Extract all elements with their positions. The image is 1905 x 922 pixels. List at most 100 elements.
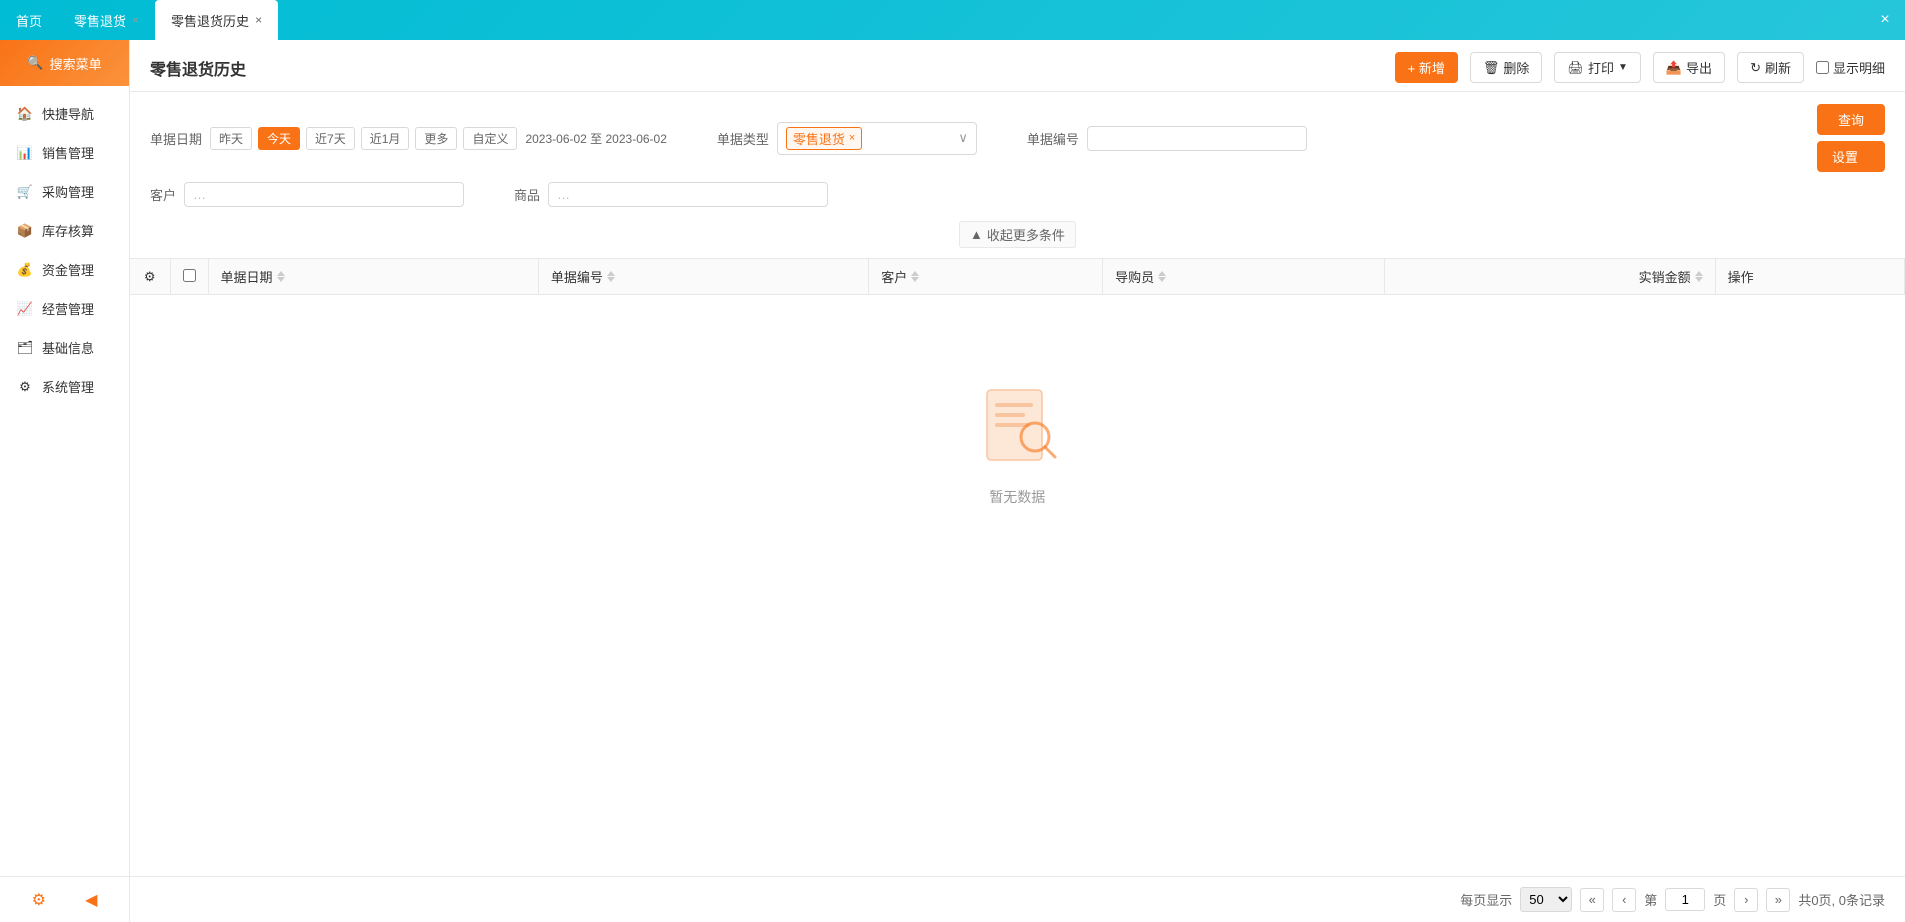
date-btn-1month[interactable]: 近1月: [361, 127, 410, 150]
setting-button[interactable]: 设置: [1817, 141, 1885, 172]
tab-retail-return[interactable]: 零售退货 ×: [58, 0, 155, 40]
top-bar: 首页 零售退货 × 零售退货历史 × ×: [0, 0, 1905, 40]
amount-sort-icon: [1695, 271, 1703, 282]
refresh-button[interactable]: ↻ 刷新: [1737, 52, 1804, 83]
next-page-button[interactable]: ›: [1734, 888, 1758, 912]
sidebar-bottom: ⚙ ◀: [0, 876, 129, 922]
first-page-icon: «: [1589, 892, 1596, 907]
system-icon: ⚙: [16, 378, 34, 396]
tab-retail-return-history-close[interactable]: ×: [255, 13, 262, 27]
col-header-amount[interactable]: 实销金额: [1385, 259, 1715, 295]
col-header-customer[interactable]: 客户: [869, 259, 1103, 295]
window-close-button[interactable]: ×: [1865, 0, 1905, 40]
customer-input[interactable]: …: [184, 182, 464, 207]
date-btn-today[interactable]: 今天: [258, 127, 300, 150]
setting-button-label: 设置: [1832, 147, 1858, 166]
empty-state: 暂无数据: [130, 295, 1905, 587]
date-btn-yesterday[interactable]: 昨天: [210, 127, 252, 150]
export-icon: 📤: [1666, 60, 1682, 76]
sidebar-item-inventory[interactable]: 📦 库存核算: [0, 211, 129, 250]
col-header-voucher[interactable]: 单据编号: [538, 259, 868, 295]
sidebar-item-system[interactable]: ⚙ 系统管理: [0, 367, 129, 406]
filter-row-2: 客户 … 商品 …: [150, 182, 1885, 207]
query-button[interactable]: 查询: [1817, 104, 1885, 135]
page-suffix: 页: [1713, 890, 1726, 909]
operations-icon: 📈: [16, 300, 34, 318]
filter-query-section: 单据日期 昨天 今天 近7天 近1月 更多 自定义 2023-06-02 至 2…: [130, 92, 1905, 259]
sidebar-search-label: 搜索菜单: [50, 54, 102, 73]
date-btn-more[interactable]: 更多: [415, 127, 457, 150]
per-page-select[interactable]: 10 20 50 100: [1520, 887, 1572, 912]
customer-sort-icon: [911, 271, 919, 282]
date-btn-custom[interactable]: 自定义: [463, 127, 517, 150]
type-filter-label: 单据类型: [717, 129, 769, 148]
tab-retail-return-close[interactable]: ×: [132, 13, 139, 27]
finance-icon: 💰: [16, 261, 34, 279]
last-page-button[interactable]: »: [1766, 888, 1790, 912]
sidebar-item-label: 基础信息: [42, 338, 94, 357]
settings-bottom-icon[interactable]: ⚙: [32, 890, 46, 910]
sidebar-item-basic-info[interactable]: 🗂 基础信息: [0, 328, 129, 367]
type-select[interactable]: 零售退货 × ∨: [777, 122, 977, 155]
print-icon: 🖨: [1567, 60, 1584, 76]
date-filter-label: 单据日期: [150, 129, 202, 148]
filter-customer-item: 客户 …: [150, 182, 464, 207]
page-title: 零售退货历史: [150, 56, 246, 80]
export-button[interactable]: 📤 导出: [1653, 52, 1725, 83]
table-settings-header[interactable]: ⚙: [130, 259, 170, 295]
refresh-button-label: 刷新: [1765, 58, 1791, 77]
filter-type-item: 单据类型 零售退货 × ∨: [717, 122, 977, 155]
sidebar-item-operations[interactable]: 📈 经营管理: [0, 289, 129, 328]
collapse-button[interactable]: ▲ 收起更多条件: [959, 221, 1076, 248]
empty-illustration: [967, 375, 1067, 475]
date-options-group: 昨天 今天 近7天 近1月 更多 自定义: [210, 127, 517, 150]
collapse-sidebar-icon[interactable]: ◀: [85, 890, 97, 910]
sidebar-search[interactable]: 🔍 搜索菜单: [0, 40, 129, 86]
tab-retail-return-history[interactable]: 零售退货历史 ×: [155, 0, 278, 40]
home-icon: 🏠: [16, 105, 34, 123]
empty-text: 暂无数据: [989, 487, 1045, 507]
sidebar-item-label: 资金管理: [42, 260, 94, 279]
query-button-label: 查询: [1838, 110, 1864, 129]
sidebar-item-quick-nav[interactable]: 🏠 快捷导航: [0, 94, 129, 133]
sidebar-item-finance[interactable]: 💰 资金管理: [0, 250, 129, 289]
data-table: ⚙ 单据日期: [130, 259, 1905, 587]
date-range-display: 2023-06-02 至 2023-06-02: [525, 130, 666, 147]
print-button[interactable]: 🖨 打印 ▼: [1554, 52, 1640, 83]
collapse-row: ▲ 收起更多条件: [150, 217, 1885, 258]
tab-home[interactable]: 首页: [0, 0, 58, 40]
page-input[interactable]: [1665, 888, 1705, 911]
delete-button[interactable]: 🗑 删除: [1470, 52, 1543, 83]
col-header-guide[interactable]: 导购员: [1103, 259, 1385, 295]
col-header-ops: 操作: [1715, 259, 1904, 295]
pagination-bar: 每页显示 10 20 50 100 « ‹ 第 页 › » 共0页, 0条记录: [130, 876, 1905, 922]
show-detail-checkbox-label[interactable]: 显示明细: [1816, 58, 1885, 77]
sidebar-item-label: 经营管理: [42, 299, 94, 318]
select-all-checkbox[interactable]: [183, 269, 196, 282]
goods-input[interactable]: …: [548, 182, 828, 207]
purchase-icon: 🛒: [16, 183, 34, 201]
new-button[interactable]: + 新增: [1395, 52, 1458, 83]
prev-page-button[interactable]: ‹: [1612, 888, 1636, 912]
table-settings-icon[interactable]: ⚙: [144, 269, 156, 284]
voucher-filter-label: 单据编号: [1027, 129, 1079, 148]
sidebar-item-label: 销售管理: [42, 143, 94, 162]
print-dropdown-icon: ▼: [1618, 62, 1628, 73]
filter-row-1: 单据日期 昨天 今天 近7天 近1月 更多 自定义 2023-06-02 至 2…: [150, 104, 1885, 172]
show-detail-checkbox[interactable]: [1816, 61, 1829, 74]
sidebar-item-sales-mgmt[interactable]: 📊 销售管理: [0, 133, 129, 172]
type-dropdown-arrow: ∨: [958, 130, 968, 146]
table-select-all-header[interactable]: [170, 259, 208, 295]
col-header-date[interactable]: 单据日期: [208, 259, 538, 295]
voucher-input[interactable]: [1087, 126, 1307, 151]
last-page-icon: »: [1775, 892, 1782, 907]
date-btn-7days[interactable]: 近7天: [306, 127, 355, 150]
guide-sort-icon: [1158, 271, 1166, 282]
sidebar-nav: 🏠 快捷导航 📊 销售管理 🛒 采购管理 📦 库存核算 💰 资金管理 📈: [0, 86, 129, 876]
type-tag-close[interactable]: ×: [849, 132, 855, 144]
sidebar-item-purchase-mgmt[interactable]: 🛒 采购管理: [0, 172, 129, 211]
filter-panel: 单据日期 昨天 今天 近7天 近1月 更多 自定义 2023-06-02 至 2…: [150, 104, 1885, 258]
tab-list: 首页 零售退货 × 零售退货历史 ×: [0, 0, 1865, 40]
first-page-button[interactable]: «: [1580, 888, 1604, 912]
per-page-label: 每页显示: [1460, 890, 1512, 909]
